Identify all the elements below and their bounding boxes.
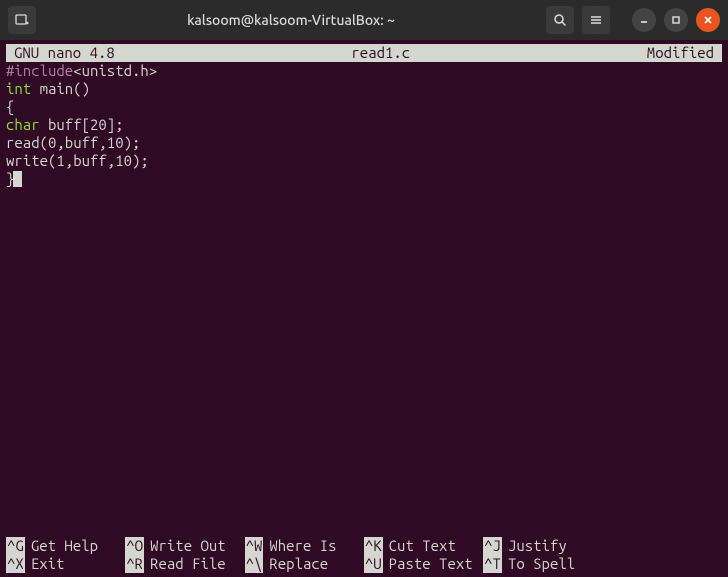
shortcut-row: ^XExit ^RRead File ^\Replace ^UPaste Tex… xyxy=(6,555,722,573)
shortcut-row: ^GGet Help ^OWrite Out ^WWhere Is ^KCut … xyxy=(6,537,722,555)
shortcut-get-help[interactable]: ^GGet Help xyxy=(6,537,125,555)
search-icon xyxy=(552,12,568,28)
nano-shortcuts: ^GGet Help ^OWrite Out ^WWhere Is ^KCut … xyxy=(6,537,722,575)
close-icon xyxy=(703,15,713,25)
titlebar: kalsoom@kalsoom-VirtualBox: ~ xyxy=(0,0,728,40)
nano-app-name: GNU nano 4.8 xyxy=(6,44,115,62)
cursor xyxy=(13,171,22,187)
window-title: kalsoom@kalsoom-VirtualBox: ~ xyxy=(36,12,546,28)
nano-filename: read1.c xyxy=(115,44,647,62)
terminal-window: kalsoom@kalsoom-VirtualBox: ~ xyxy=(0,0,728,577)
shortcut-paste-text[interactable]: ^UPaste Text xyxy=(364,555,483,573)
hamburger-menu-button[interactable] xyxy=(582,6,610,34)
code-text: buff[20]; xyxy=(40,116,124,133)
new-tab-icon xyxy=(14,12,30,28)
code-text: { xyxy=(6,98,14,115)
shortcut-to-spell[interactable]: ^TTo Spell xyxy=(483,555,602,573)
shortcut-read-file[interactable]: ^RRead File xyxy=(125,555,244,573)
maximize-button[interactable] xyxy=(664,8,688,32)
terminal-area[interactable]: GNU nano 4.8 read1.c Modified #include<u… xyxy=(0,40,728,577)
close-button[interactable] xyxy=(696,8,720,32)
shortcut-cut-text[interactable]: ^KCut Text xyxy=(364,537,483,555)
shortcut-justify[interactable]: ^JJustify xyxy=(483,537,602,555)
nano-status: Modified xyxy=(647,44,722,62)
new-tab-button[interactable] xyxy=(8,6,36,34)
code-type: int xyxy=(6,80,31,97)
shortcut-where-is[interactable]: ^WWhere Is xyxy=(245,537,364,555)
maximize-icon xyxy=(671,15,681,25)
minimize-button[interactable] xyxy=(632,8,656,32)
code-text: <unistd.h> xyxy=(73,62,157,79)
shortcut-write-out[interactable]: ^OWrite Out xyxy=(125,537,244,555)
minimize-icon xyxy=(639,15,649,25)
code-text: write(1,buff,10); xyxy=(6,152,149,169)
code-type: char xyxy=(6,116,40,133)
code-text: read(0,buff,10); xyxy=(6,134,140,151)
menu-icon xyxy=(588,12,604,28)
shortcut-replace[interactable]: ^\Replace xyxy=(245,555,364,573)
code-text: main() xyxy=(31,80,90,97)
shortcut-exit[interactable]: ^XExit xyxy=(6,555,125,573)
code-directive: #include xyxy=(6,62,73,79)
search-button[interactable] xyxy=(546,6,574,34)
editor-content[interactable]: #include<unistd.h> int main() { char buf… xyxy=(6,62,722,537)
nano-header: GNU nano 4.8 read1.c Modified xyxy=(6,44,722,62)
